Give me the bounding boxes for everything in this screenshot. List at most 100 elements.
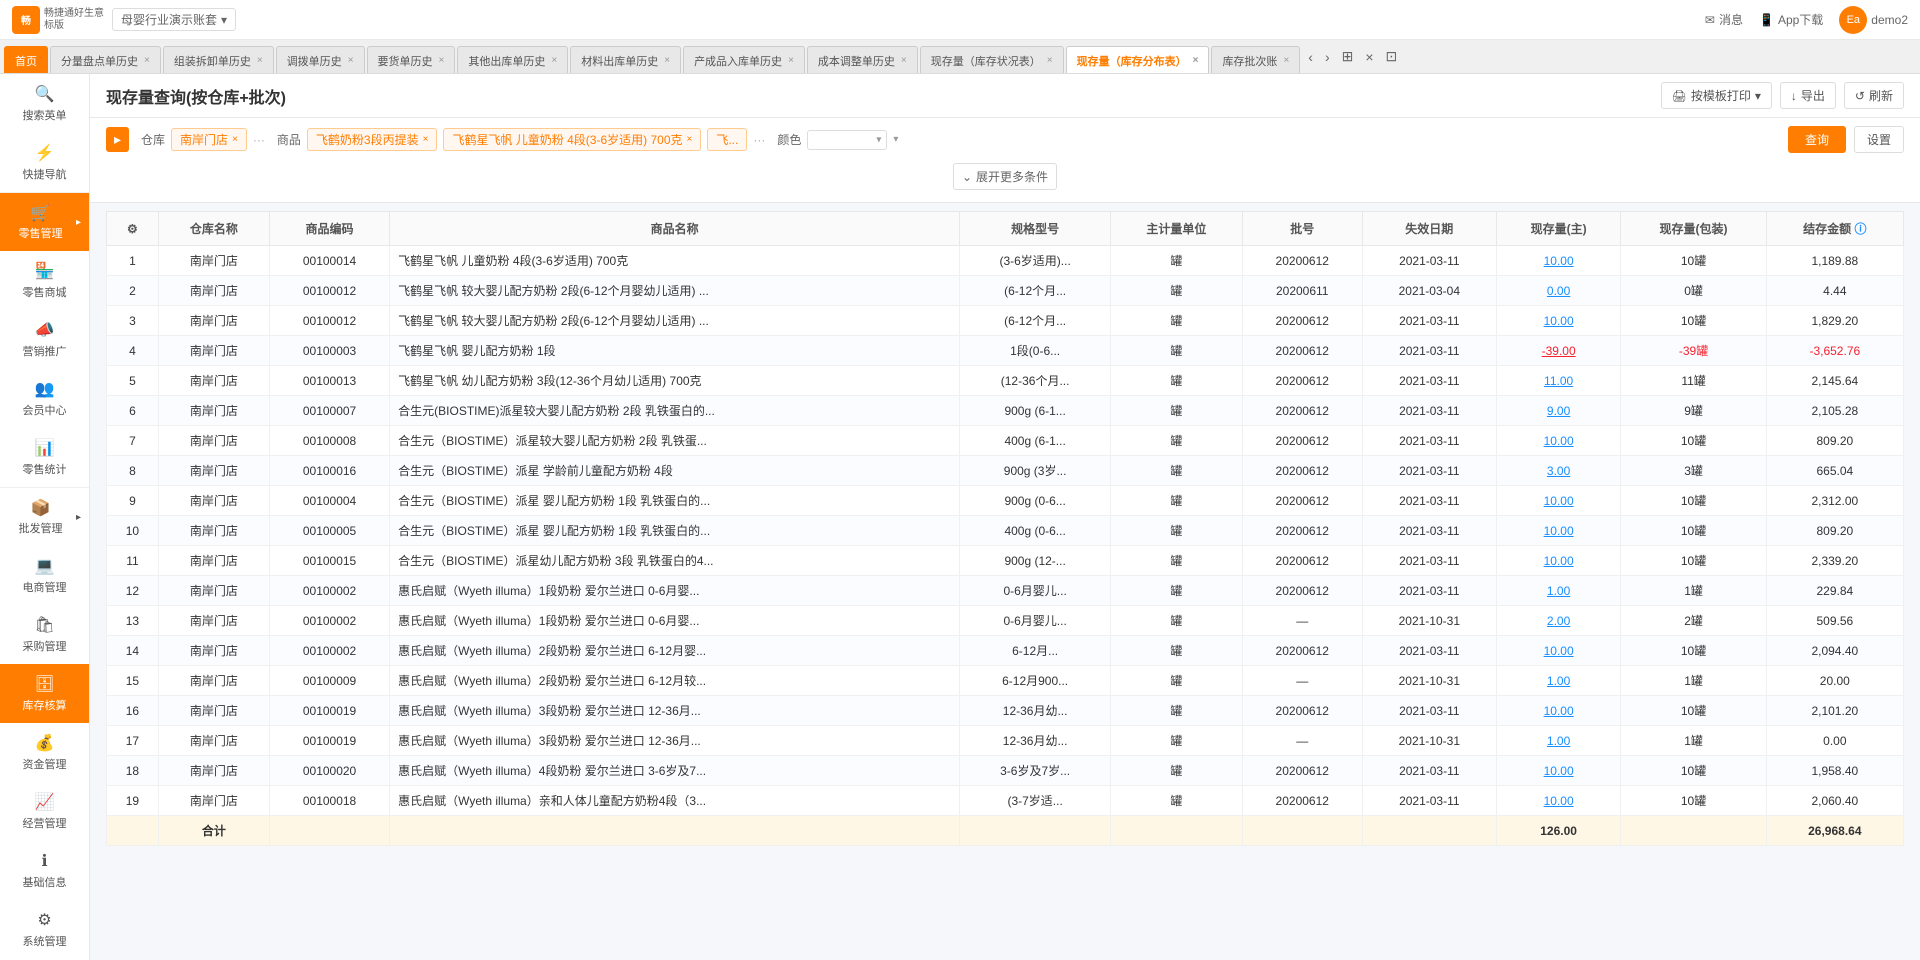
sidebar-item-basic-info[interactable]: ℹ 基础信息 [0, 841, 89, 900]
sidebar-item-business[interactable]: 📈 经营管理 [0, 782, 89, 841]
td-spec: (3-6岁适用)... [960, 246, 1111, 276]
app-download-btn[interactable]: 📱 App下载 [1759, 11, 1823, 28]
tab-prev-btn[interactable]: ‹ [1302, 40, 1319, 74]
refresh-btn[interactable]: ↺ 刷新 [1844, 82, 1904, 109]
td-qty-main[interactable]: 2.00 [1496, 606, 1621, 636]
product-tag-2-close[interactable]: × [687, 134, 693, 145]
tab-zu-chai-close[interactable]: × [257, 55, 263, 66]
th-settings[interactable]: ⚙ [107, 212, 159, 246]
tab-fen-pan[interactable]: 分量盘点单历史 × [50, 46, 161, 75]
tab-yao-huo-close[interactable]: × [439, 55, 445, 66]
tab-other-out-close[interactable]: × [551, 55, 557, 66]
tab-kucun-status[interactable]: 现存量（库存状况表） × [920, 46, 1064, 75]
tab-diao-bo[interactable]: 调拨单历史 × [276, 46, 365, 75]
warehouse-tag[interactable]: 南岸门店 × [171, 128, 247, 151]
tab-next-btn[interactable]: › [1319, 40, 1336, 74]
td-qty-pkg: 10罐 [1621, 246, 1766, 276]
product-tag-1-close[interactable]: × [423, 134, 429, 145]
user-area[interactable]: Ea demo2 [1839, 6, 1908, 34]
th-warehouse: 仓库名称 [158, 212, 269, 246]
sidebar-item-wholesale[interactable]: 📦 批发管理 ▸ [0, 488, 89, 546]
sidebar-quick-nav-label: 快捷导航 [23, 166, 67, 182]
td-unit: 罐 [1111, 576, 1243, 606]
message-btn[interactable]: ✉ 消息 [1705, 11, 1743, 28]
td-qty-main[interactable]: 10.00 [1496, 426, 1621, 456]
export-btn[interactable]: ↓ 导出 [1780, 82, 1836, 109]
td-qty-main[interactable]: 1.00 [1496, 576, 1621, 606]
tab-close-all-btn[interactable]: × [1359, 40, 1379, 74]
tab-diao-bo-close[interactable]: × [348, 55, 354, 66]
td-code: 00100002 [269, 606, 389, 636]
td-qty-main[interactable]: 1.00 [1496, 726, 1621, 756]
product-tag-2[interactable]: 飞鹤星飞帆 儿童奶粉 4段(3-6岁适用) 700克 × [443, 128, 701, 151]
sidebar-item-ecommerce[interactable]: 💻 电商管理 [0, 546, 89, 605]
tab-cailiao-out-close[interactable]: × [664, 55, 670, 66]
sidebar-item-system[interactable]: ⚙ 系统管理 [0, 900, 89, 959]
td-qty-main[interactable]: 10.00 [1496, 636, 1621, 666]
tab-kucun-status-close[interactable]: × [1047, 55, 1053, 66]
tab-kucun-batch[interactable]: 库存批次账 × [1211, 46, 1300, 75]
td-expire: 2021-03-11 [1362, 396, 1496, 426]
tab-kucun-dist[interactable]: 现存量（库存分布表） × [1066, 46, 1210, 75]
product-tag-more[interactable]: 飞... [707, 128, 747, 151]
th-expire: 失效日期 [1362, 212, 1496, 246]
tab-restore-btn[interactable]: ⊡ [1380, 40, 1404, 74]
expand-conditions-btn[interactable]: ⌄ 展开更多条件 [953, 163, 1057, 190]
table-row: 10南岸门店00100005合生元（BIOSTIME）派星 婴儿配方奶粉 1段 … [107, 516, 1904, 546]
td-qty-main[interactable]: 10.00 [1496, 516, 1621, 546]
sidebar-item-purchase[interactable]: 🛍 采购管理 [0, 605, 89, 664]
settings-btn[interactable]: 设置 [1854, 126, 1904, 153]
filter-collapse-btn[interactable]: ▸ [106, 127, 129, 152]
breadcrumb-select[interactable]: 母婴行业演示账套 ▾ [112, 8, 236, 31]
sidebar-item-inventory[interactable]: 🗄 库存核算 [0, 664, 89, 723]
td-qty-main[interactable]: 10.00 [1496, 246, 1621, 276]
tab-fen-pan-close[interactable]: × [144, 55, 150, 66]
td-qty-main[interactable]: 9.00 [1496, 396, 1621, 426]
td-qty-main[interactable]: 11.00 [1496, 366, 1621, 396]
tab-cailiao-out[interactable]: 材料出库单历史 × [570, 46, 681, 75]
th-qty-main: 现存量(主) [1496, 212, 1621, 246]
sidebar-item-members[interactable]: 👥 会员中心 [0, 369, 89, 428]
page-header: 现存量查询(按仓库+批次) 🖨 按模板打印 ▾ ↓ 导出 ↺ 刷新 [90, 74, 1920, 118]
td-qty-main[interactable]: 10.00 [1496, 696, 1621, 726]
warehouse-dots[interactable]: ··· [253, 133, 265, 147]
sidebar-item-finance[interactable]: 💰 资金管理 [0, 723, 89, 782]
tab-chan-ru-close[interactable]: × [788, 55, 794, 66]
td-qty-main[interactable]: 1.00 [1496, 666, 1621, 696]
sidebar-section-retail: 🛒 零售管理 ▸ 🏪 零售商城 📣 营销推广 👥 会员中心 📊 零售统计 [0, 193, 89, 488]
color-select[interactable] [807, 130, 887, 150]
td-qty-pkg: 10罐 [1621, 306, 1766, 336]
td-qty-main[interactable]: 10.00 [1496, 756, 1621, 786]
td-no: 15 [107, 666, 159, 696]
tab-more-btn[interactable]: ⊞ [1336, 40, 1360, 74]
sidebar-item-quick-nav[interactable]: ⚡ 快捷导航 [0, 133, 89, 192]
sidebar-item-retail-stats[interactable]: 📊 零售统计 [0, 428, 89, 487]
td-qty-main[interactable]: 10.00 [1496, 786, 1621, 816]
sidebar-item-search[interactable]: 🔍 搜索英单 [0, 74, 89, 133]
tab-kucun-dist-close[interactable]: × [1193, 55, 1199, 66]
td-qty-main[interactable]: 3.00 [1496, 456, 1621, 486]
tab-chan-ru[interactable]: 产成品入库单历史 × [683, 46, 805, 75]
query-btn[interactable]: 查询 [1788, 126, 1846, 153]
td-qty-main[interactable]: 10.00 [1496, 306, 1621, 336]
sidebar-item-retail-mall[interactable]: 🏪 零售商城 [0, 251, 89, 310]
tab-zu-chai[interactable]: 组装拆卸单历史 × [163, 46, 274, 75]
td-code: 00100015 [269, 546, 389, 576]
td-qty-main[interactable]: 10.00 [1496, 486, 1621, 516]
tab-cost-adj[interactable]: 成本调整单历史 × [807, 46, 918, 75]
td-qty-main[interactable]: 0.00 [1496, 276, 1621, 306]
td-qty-main[interactable]: -39.00 [1496, 336, 1621, 366]
tab-cost-adj-close[interactable]: × [901, 55, 907, 66]
product-dots[interactable]: ··· [753, 133, 765, 147]
tab-yao-huo[interactable]: 要货单历史 × [367, 46, 456, 75]
tab-home[interactable]: 首页 [4, 46, 48, 75]
tab-other-out[interactable]: 其他出库单历史 × [457, 46, 568, 75]
td-qty-main[interactable]: 10.00 [1496, 546, 1621, 576]
sidebar-item-retail-mgmt[interactable]: 🛒 零售管理 ▸ [0, 193, 89, 251]
product-tag-1[interactable]: 飞鹤奶粉3段丙提装 × [307, 128, 438, 151]
td-unit: 罐 [1111, 276, 1243, 306]
print-btn[interactable]: 🖨 按模板打印 ▾ [1661, 82, 1772, 109]
tab-kucun-batch-close[interactable]: × [1283, 55, 1289, 66]
warehouse-tag-close[interactable]: × [232, 134, 238, 145]
sidebar-item-marketing[interactable]: 📣 营销推广 [0, 310, 89, 369]
